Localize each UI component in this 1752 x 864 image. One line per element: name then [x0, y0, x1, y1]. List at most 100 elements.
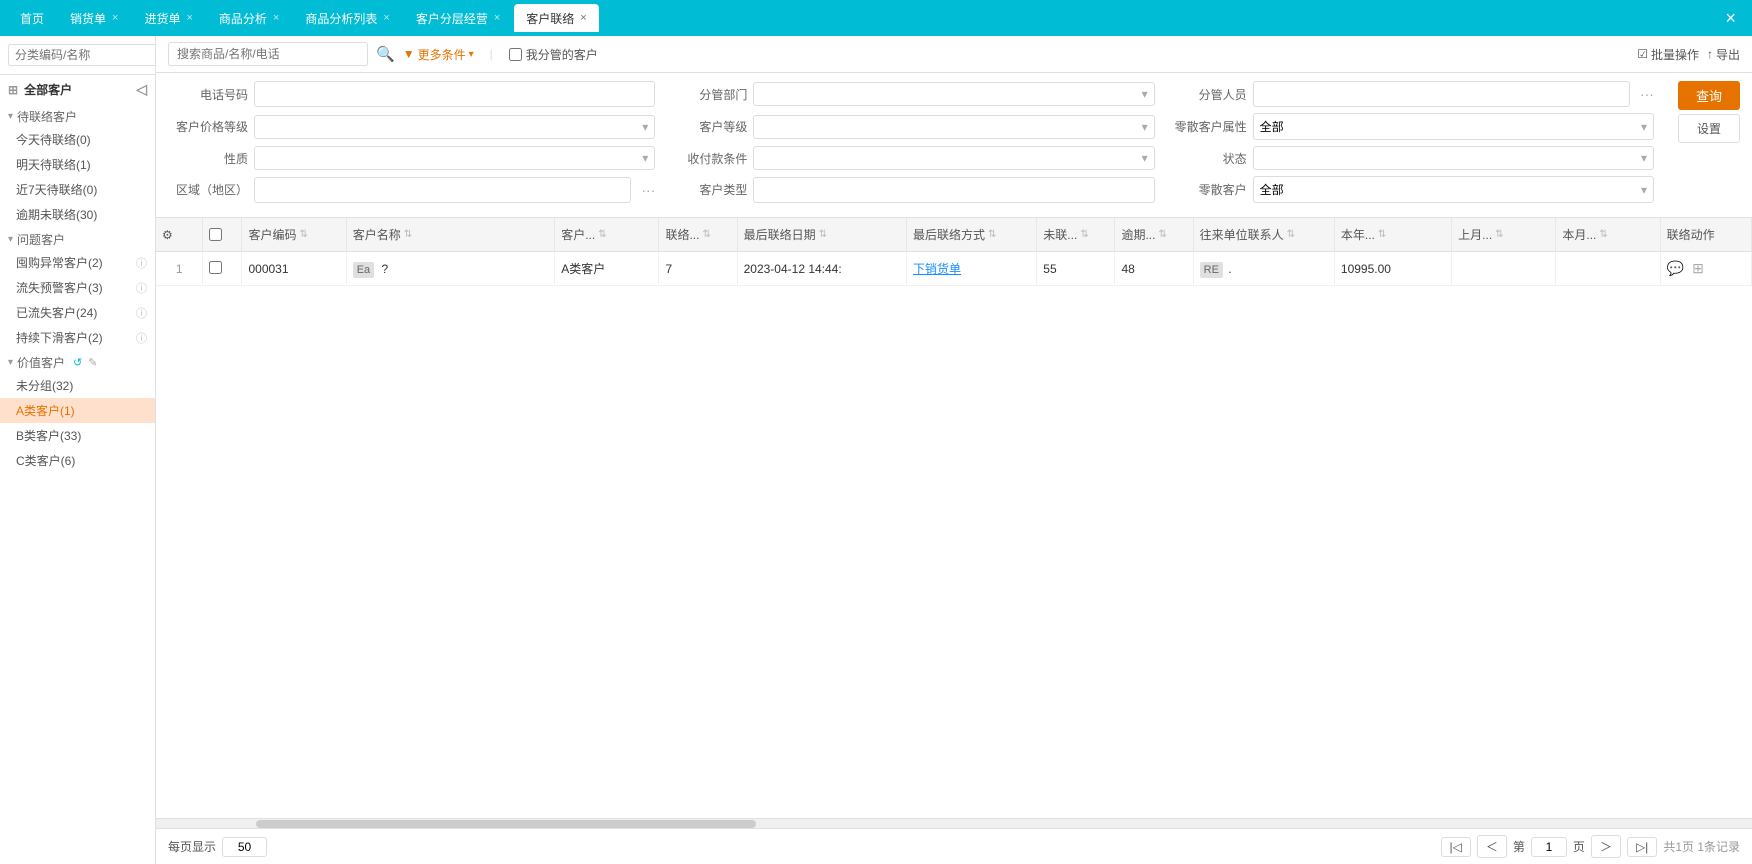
select-all-checkbox[interactable]	[209, 228, 222, 241]
my-customers-check[interactable]	[509, 48, 522, 61]
sidebar-item-unclassified[interactable]: 未分组(32)	[0, 373, 155, 398]
phone-input[interactable]	[254, 81, 655, 107]
col-settings[interactable]: ⚙	[156, 218, 203, 252]
tab-customer-contact[interactable]: 客户联络 ×	[514, 4, 598, 32]
retail-customer-select[interactable]: 全部 ▾	[1253, 176, 1654, 203]
group-value-customers[interactable]: ▾ 价值客户 ↺ ✎	[0, 350, 155, 373]
last-page-btn[interactable]: ▷|	[1627, 837, 1657, 857]
sidebar-item-declining[interactable]: 持续下滑客户(2) ⓘ	[0, 325, 155, 350]
col-last-method[interactable]: 最后联络方式⇅	[907, 218, 1037, 252]
payment-arrow: ▾	[1142, 151, 1148, 165]
query-btn-group: 查询 设置	[1678, 81, 1740, 143]
all-customers-header[interactable]: ⊞ 全部客户 ◁	[0, 75, 155, 104]
page-number-input[interactable]	[1531, 837, 1567, 857]
tab-customer-segment[interactable]: 客户分层经营 ×	[404, 4, 512, 32]
close-tab-customer-contact[interactable]: ×	[580, 12, 586, 24]
sidebar-item-lost[interactable]: 已流失客户(24) ⓘ	[0, 300, 155, 325]
sidebar-item-today-contact[interactable]: 今天待联络(0)	[0, 127, 155, 152]
sidebar-item-class-b[interactable]: B类客户(33)	[0, 423, 155, 448]
row-actions: 💬 ⊞	[1660, 252, 1751, 286]
col-no-contact[interactable]: 未联...⇅	[1037, 218, 1115, 252]
batch-operation-btn[interactable]: ☑ 批量操作	[1637, 46, 1699, 63]
settings-button[interactable]: 设置	[1678, 114, 1740, 143]
dept-select[interactable]: ▾	[753, 82, 1154, 106]
qr-icon[interactable]: ⊞	[1692, 260, 1704, 277]
last-method-link[interactable]: 下销货单	[913, 262, 961, 276]
filter-search-input[interactable]	[168, 42, 368, 66]
message-icon[interactable]: 💬	[1667, 260, 1684, 277]
col-overdue[interactable]: 逾期...⇅	[1115, 218, 1193, 252]
col-contact-count[interactable]: 联络...⇅	[659, 218, 737, 252]
sidebar-item-tomorrow-contact[interactable]: 明天待联络(1)	[0, 152, 155, 177]
filter-cell-status: 状态 ▾	[1167, 146, 1666, 170]
tab-purchase-order[interactable]: 进货单 ×	[132, 4, 204, 32]
filter-row-2: 客户价格等级 ▾ 客户等级 ▾	[168, 113, 1666, 140]
prev-page-btn[interactable]: ＜	[1477, 835, 1507, 858]
export-btn[interactable]: ↑ 导出	[1707, 46, 1740, 63]
close-tab-product-analysis[interactable]: ×	[273, 12, 279, 24]
group-problem-customers[interactable]: ▾ 问题客户	[0, 227, 155, 250]
more-conditions-btn[interactable]: ▼ 更多条件 ▾	[403, 46, 474, 63]
main-layout: 🔍 ⊞ 全部客户 ◁ ▾ 待联络客户 今天待联络(0) 明天待联络(1) 近7天…	[0, 36, 1752, 864]
sidebar-item-loss-warning[interactable]: 流失预警客户(3) ⓘ	[0, 275, 155, 300]
sidebar-item-class-a[interactable]: A类客户(1)	[0, 398, 155, 423]
query-button[interactable]: 查询	[1678, 81, 1740, 110]
customer-type-input[interactable]	[753, 177, 1154, 203]
col-this-month[interactable]: 本月...⇅	[1556, 218, 1660, 252]
sidebar-item-class-c[interactable]: C类客户(6)	[0, 448, 155, 473]
first-page-btn[interactable]: |◁	[1441, 837, 1471, 857]
price-level-select[interactable]: ▾	[254, 115, 655, 139]
nature-select[interactable]: ▾	[254, 146, 655, 170]
sort-name: ⇅	[404, 229, 412, 240]
info-icon-hoard: ⓘ	[136, 255, 147, 271]
close-all-tabs[interactable]: ×	[1717, 8, 1744, 29]
col-name[interactable]: 客户名称⇅	[346, 218, 554, 252]
tab-sales-order[interactable]: 销货单 ×	[58, 4, 130, 32]
col-company-contact[interactable]: 往来单位联系人⇅	[1193, 218, 1334, 252]
close-tab-product-list[interactable]: ×	[383, 12, 389, 24]
region-more-btn[interactable]: ···	[641, 182, 655, 198]
tab-product-analysis[interactable]: 商品分析 ×	[207, 4, 291, 32]
my-customers-checkbox[interactable]: 我分管的客户	[509, 46, 598, 63]
col-last-month[interactable]: 上月...⇅	[1452, 218, 1556, 252]
all-customers-label: 全部客户	[24, 81, 72, 98]
close-tab-customer-segment[interactable]: ×	[494, 12, 500, 24]
customer-level-arrow: ▾	[1142, 120, 1148, 134]
sidebar-item-7day-contact[interactable]: 近7天待联络(0)	[0, 177, 155, 202]
col-last-date[interactable]: 最后联络日期⇅	[737, 218, 906, 252]
horizontal-scrollbar[interactable]	[156, 818, 1752, 828]
sidebar-item-overdue-contact[interactable]: 逾期未联络(30)	[0, 202, 155, 227]
row-this-year: 10995.00	[1334, 252, 1451, 286]
expand-triangle-pending: ▾	[8, 111, 13, 122]
close-tab-purchase[interactable]: ×	[186, 12, 192, 24]
row-contact-count: 7	[659, 252, 737, 286]
filter-search-icon[interactable]: 🔍	[376, 45, 395, 63]
col-this-year[interactable]: 本年...⇅	[1334, 218, 1451, 252]
person-more-btn[interactable]: ···	[1640, 86, 1654, 102]
status-select[interactable]: ▾	[1253, 146, 1654, 170]
sidebar-search-input[interactable]	[8, 44, 156, 66]
filter-row-4: 区域（地区） ··· 客户类型 零散客户 全部 ▾	[168, 176, 1666, 203]
filter-cell-nature: 性质 ▾	[168, 146, 667, 170]
person-input[interactable]	[1253, 81, 1630, 107]
sidebar-item-hoard-anomaly[interactable]: 囤购异常客户(2) ⓘ	[0, 250, 155, 275]
payment-select[interactable]: ▾	[753, 146, 1154, 170]
sidebar-collapse-btn[interactable]: ◁	[136, 81, 147, 98]
scroll-thumb[interactable]	[256, 820, 756, 828]
region-input[interactable]	[254, 177, 631, 203]
filter-cell-customer-type: 客户类型	[667, 177, 1166, 203]
col-type[interactable]: 客户...⇅	[555, 218, 659, 252]
close-tab-sales[interactable]: ×	[112, 12, 118, 24]
retail-attr-select[interactable]: 全部 ▾	[1253, 113, 1654, 140]
group-pending-contact[interactable]: ▾ 待联络客户	[0, 104, 155, 127]
tab-product-analysis-list[interactable]: 商品分析列表 ×	[293, 4, 401, 32]
per-page-input[interactable]	[222, 837, 267, 857]
col-code[interactable]: 客户编码⇅	[242, 218, 346, 252]
filter-cell-person: 分管人员 ···	[1167, 81, 1666, 107]
info-icon-lost: ⓘ	[136, 305, 147, 321]
tab-home[interactable]: 首页	[8, 4, 56, 32]
next-page-btn[interactable]: ＞	[1591, 835, 1621, 858]
row-select-checkbox[interactable]	[209, 261, 222, 274]
customer-level-select[interactable]: ▾	[753, 115, 1154, 139]
payment-label: 收付款条件	[667, 150, 747, 167]
